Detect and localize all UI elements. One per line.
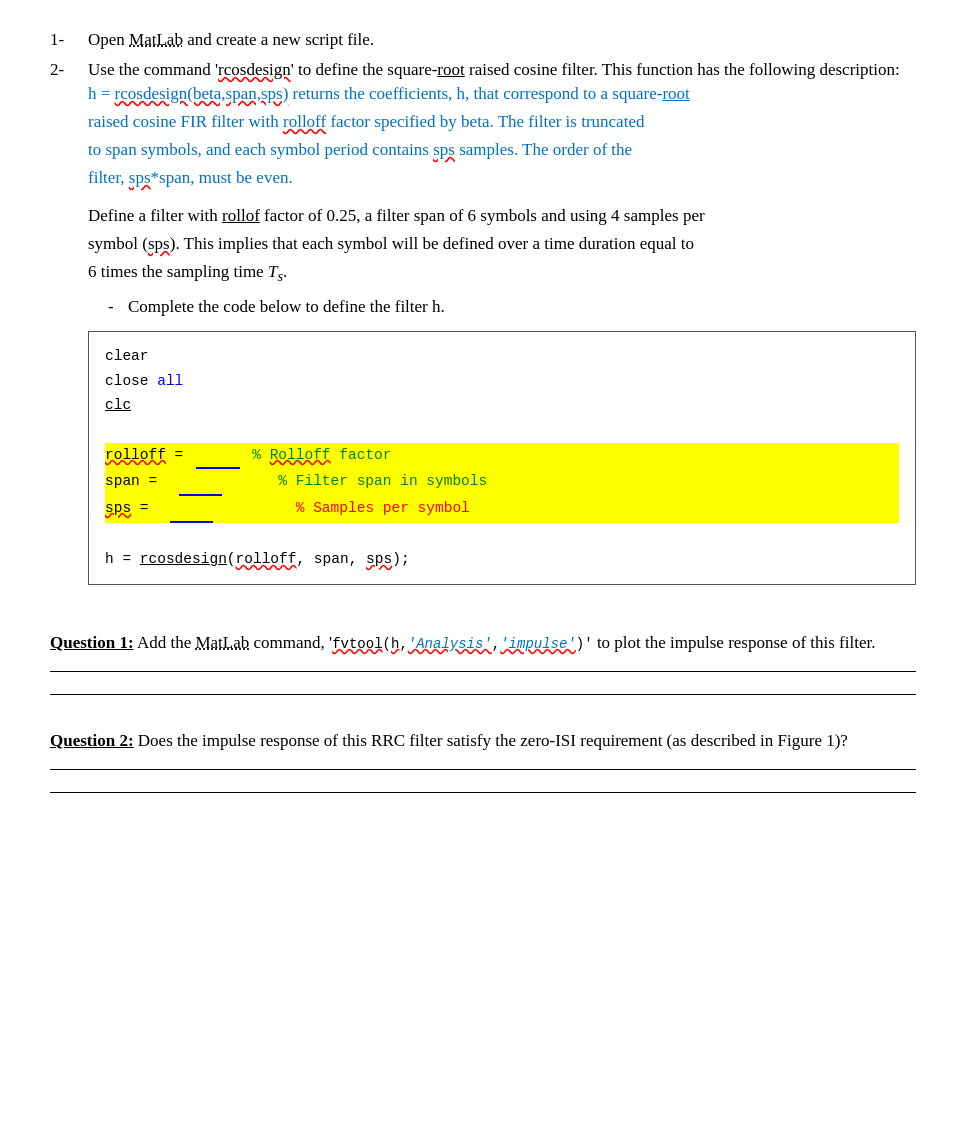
bullet-complete: - Complete the code below to define the … xyxy=(108,297,916,317)
rollof-word: rollof xyxy=(222,206,260,225)
list-item-2: 2- Use the command 'rcosdesign' to defin… xyxy=(50,60,916,605)
code-rolloff-arg: rolloff xyxy=(236,551,297,567)
root-word: root xyxy=(437,60,464,79)
fvtool-h-arg: h xyxy=(391,636,399,652)
question-2-label: Question 2: xyxy=(50,731,134,750)
code-line-close: close all xyxy=(105,369,899,394)
question-1-text: Question 1: Add the MatLab command, 'fvt… xyxy=(50,633,916,653)
question-2-answer-lines xyxy=(50,769,916,793)
code-empty-1 xyxy=(105,418,899,443)
define-filter-text: Define a filter with rollof factor of 0.… xyxy=(88,202,916,289)
code-comment-rolloff: % Rolloff factor xyxy=(252,447,391,463)
blue-text-returns: returns the coefficients, h, that corres… xyxy=(288,84,689,103)
code-rolloff-comment-underline: Rolloff xyxy=(270,447,331,463)
blue-rcosdesign: rcosdesign(beta,span,sps) xyxy=(115,84,289,103)
fvtool-impulse-arg: 'impulse' xyxy=(500,636,576,652)
list-num-1: 1- xyxy=(50,30,88,50)
code-empty-2 xyxy=(105,523,899,548)
blue-text-line2: raised cosine FIR filter with rolloff fa… xyxy=(88,112,644,131)
list-item-2-content: Use the command 'rcosdesign' to define t… xyxy=(88,60,916,605)
code-line-rolloff: rolloff = % Rolloff factor xyxy=(105,443,899,470)
list-item-1-text: Open MatLab and create a new script file… xyxy=(88,30,374,49)
code-blank-rolloff xyxy=(196,443,240,470)
answer-line-1b xyxy=(50,694,916,695)
code-line-clc: clc xyxy=(105,393,899,418)
code-comment-sps: % Samples per symbol xyxy=(296,500,470,516)
question-1-label: Question 1: xyxy=(50,633,134,652)
code-sps-arg: sps xyxy=(366,551,392,567)
main-list: 1- Open MatLab and create a new script f… xyxy=(50,30,916,605)
rcosdesign-word: rcosdesign xyxy=(218,60,291,79)
code-block: clear close all clc rolloff = % Rolloff … xyxy=(88,331,916,585)
question-1-section: Question 1: Add the MatLab command, 'fvt… xyxy=(50,633,916,695)
list-num-2: 2- xyxy=(50,60,88,80)
blue-rolloff-word: rolloff xyxy=(283,112,326,131)
list-item-1-content: Open MatLab and create a new script file… xyxy=(88,30,916,50)
blue-text-h: h = xyxy=(88,84,115,103)
code-line-h: h = rcosdesign(rolloff, span, sps); xyxy=(105,547,899,572)
fvtool-underline: fvtool xyxy=(332,636,382,652)
code-blank-span xyxy=(179,469,223,496)
question-1-answer-lines xyxy=(50,671,916,695)
matlab-word: MatLab xyxy=(129,30,183,49)
code-comment-span: % Filter span in symbols xyxy=(278,473,487,489)
bullet-dash: - xyxy=(108,297,128,317)
question-2-text: Question 2: Does the impulse response of… xyxy=(50,731,916,751)
blue-root-word: root xyxy=(662,84,689,103)
blue-text-line4: filter, sps*span, must be even. xyxy=(88,168,293,187)
sps-inline: sps xyxy=(148,234,170,253)
ts-italic: Ts xyxy=(268,262,283,281)
code-sps-var: sps xyxy=(105,500,131,516)
code-rolloff-var: rolloff xyxy=(105,447,166,463)
list-item-2-intro: Use the command 'rcosdesign' to define t… xyxy=(88,60,900,79)
answer-line-2a xyxy=(50,769,916,770)
code-all-keyword: all xyxy=(157,373,183,389)
code-blank-sps xyxy=(170,496,214,523)
answer-line-2b xyxy=(50,792,916,793)
blue-description-block: h = rcosdesign(beta,span,sps) returns th… xyxy=(88,80,916,192)
blue-text-line3: to span symbols, and each symbol period … xyxy=(88,140,632,159)
list-item-1: 1- Open MatLab and create a new script f… xyxy=(50,30,916,50)
code-line-clear: clear xyxy=(105,344,899,369)
code-line-sps: sps = % Samples per symbol xyxy=(105,496,899,523)
answer-line-1a xyxy=(50,671,916,672)
question-2-section: Question 2: Does the impulse response of… xyxy=(50,731,916,793)
code-rcosdesign-call: rcosdesign xyxy=(140,551,227,567)
matlab-word-q1: MatLab xyxy=(195,633,249,652)
code-clc-underline: clc xyxy=(105,397,131,413)
bullet-text: Complete the code below to define the fi… xyxy=(128,297,445,317)
blue-sps-word-2: sps xyxy=(129,168,151,187)
fvtool-command: fvtool(h,'Analysis','impulse')' xyxy=(332,636,593,652)
blue-sps-word-1: sps xyxy=(433,140,455,159)
code-line-span: span = % Filter span in symbols xyxy=(105,469,899,496)
fvtool-analysis-arg: 'Analysis' xyxy=(408,636,492,652)
